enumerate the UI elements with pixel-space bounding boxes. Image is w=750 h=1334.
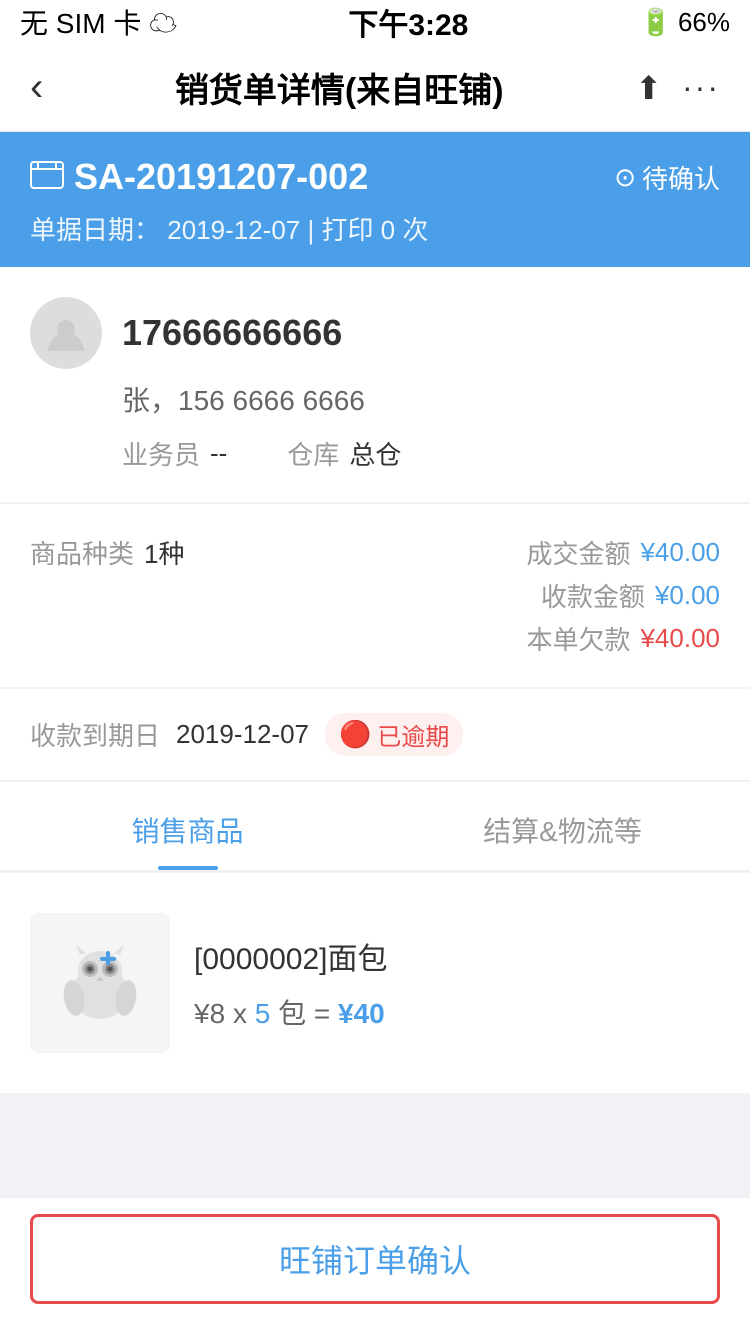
- product-multiply: x: [233, 998, 255, 1029]
- type-value: 1种: [144, 534, 184, 571]
- nav-right: ⬆ ···: [635, 69, 720, 107]
- page-title: 销货单详情(来自旺铺): [175, 63, 504, 112]
- amount-row-1: 收款金额 ¥0.00: [541, 577, 720, 614]
- sim-text: 无 SIM 卡 ☁: [20, 2, 177, 42]
- status-bar: 无 SIM 卡 ☁ 下午3:28 🔋 66%: [0, 0, 750, 44]
- summary-left: 商品种类 1种: [30, 534, 184, 571]
- tab-sales-products[interactable]: 销售商品: [0, 782, 375, 870]
- customer-phone-row: 17666666666: [30, 297, 720, 369]
- print-info: | 打印 0 次: [307, 215, 428, 245]
- product-qty: 5: [255, 998, 271, 1029]
- amount-value-0: ¥40.00: [640, 537, 720, 568]
- status-clock-icon: ⊙: [614, 162, 636, 193]
- order-icon: [30, 156, 64, 198]
- amount-label-2: 本单欠款: [526, 620, 630, 657]
- order-status: ⊙ 待确认: [614, 159, 720, 196]
- product-equals: =: [314, 998, 338, 1029]
- product-item: [0000002]面包 ¥8 x 5 包 = ¥40: [30, 893, 720, 1073]
- customer-name: 张，156 6666 6666: [122, 379, 720, 419]
- amount-row-2: 本单欠款 ¥40.00: [526, 620, 720, 657]
- order-id: SA-20191207-002: [30, 156, 368, 198]
- status-text: 待确认: [642, 159, 720, 196]
- amount-value-2: ¥40.00: [640, 623, 720, 654]
- staff-label: 业务员: [122, 435, 200, 472]
- amount-row-0: 成交金额 ¥40.00: [526, 534, 720, 571]
- warehouse-label: 仓库: [287, 435, 339, 472]
- status-time: 下午3:28: [348, 0, 468, 44]
- back-button[interactable]: ‹: [30, 65, 43, 110]
- status-left: 无 SIM 卡 ☁: [20, 2, 177, 42]
- order-id-text: SA-20191207-002: [74, 156, 368, 198]
- tabs-section: 销售商品 结算&物流等: [0, 782, 750, 871]
- customer-section: 17666666666 张，156 6666 6666 业务员 -- 仓库 总仓: [0, 267, 750, 502]
- status-right: 🔋 66%: [640, 7, 730, 38]
- product-unit: 包: [278, 998, 306, 1029]
- overdue-icon: 🔴: [339, 719, 371, 750]
- overdue-text: 已逾期: [377, 717, 449, 752]
- warehouse-item: 仓库 总仓: [287, 435, 401, 472]
- due-date: 2019-12-07: [176, 719, 309, 750]
- product-logo: [30, 913, 170, 1053]
- product-image: [30, 913, 170, 1053]
- battery-percent: 66%: [678, 7, 730, 38]
- amount-label-1: 收款金额: [541, 577, 645, 614]
- confirm-button[interactable]: 旺铺订单确认: [30, 1214, 720, 1304]
- amount-label-0: 成交金额: [526, 534, 630, 571]
- battery-icon: 🔋: [640, 7, 672, 38]
- staff-item: 业务员 --: [122, 435, 227, 472]
- order-date-row: 单据日期： 2019-12-07 | 打印 0 次: [30, 210, 720, 247]
- more-button[interactable]: ···: [682, 69, 720, 106]
- warehouse-value: 总仓: [349, 435, 401, 472]
- order-id-row: SA-20191207-002 ⊙ 待确认: [30, 156, 720, 198]
- date-label: 单据日期：: [30, 215, 160, 245]
- share-button[interactable]: ⬆: [635, 69, 662, 107]
- customer-meta: 业务员 -- 仓库 总仓: [122, 435, 720, 472]
- avatar: [30, 297, 102, 369]
- summary-section: 商品种类 1种 成交金额 ¥40.00 收款金额 ¥0.00 本单欠款 ¥40.…: [0, 504, 750, 687]
- due-label: 收款到期日: [30, 716, 160, 753]
- product-total: ¥40: [338, 998, 385, 1029]
- product-price-row: ¥8 x 5 包 = ¥40: [194, 992, 720, 1032]
- summary-right: 成交金额 ¥40.00 收款金额 ¥0.00 本单欠款 ¥40.00: [526, 534, 720, 657]
- amount-value-1: ¥0.00: [655, 580, 720, 611]
- tab-settlement[interactable]: 结算&物流等: [375, 782, 750, 870]
- customer-phone: 17666666666: [122, 312, 342, 354]
- nav-bar: ‹ 销货单详情(来自旺铺) ⬆ ···: [0, 44, 750, 132]
- type-label: 商品种类: [30, 534, 134, 571]
- product-name: [0000002]面包: [194, 934, 720, 978]
- overdue-badge: 🔴 已逾期: [325, 713, 463, 756]
- staff-value: --: [210, 438, 227, 469]
- product-price: ¥8: [194, 998, 225, 1029]
- bottom-bar: 旺铺订单确认: [0, 1198, 750, 1334]
- due-section: 收款到期日 2019-12-07 🔴 已逾期: [0, 689, 750, 780]
- nav-left: ‹: [30, 65, 43, 110]
- product-info: [0000002]面包 ¥8 x 5 包 = ¥40: [194, 934, 720, 1032]
- products-section: [0000002]面包 ¥8 x 5 包 = ¥40: [0, 873, 750, 1093]
- date-value: 2019-12-07: [167, 215, 300, 245]
- order-header: SA-20191207-002 ⊙ 待确认 单据日期： 2019-12-07 |…: [0, 132, 750, 267]
